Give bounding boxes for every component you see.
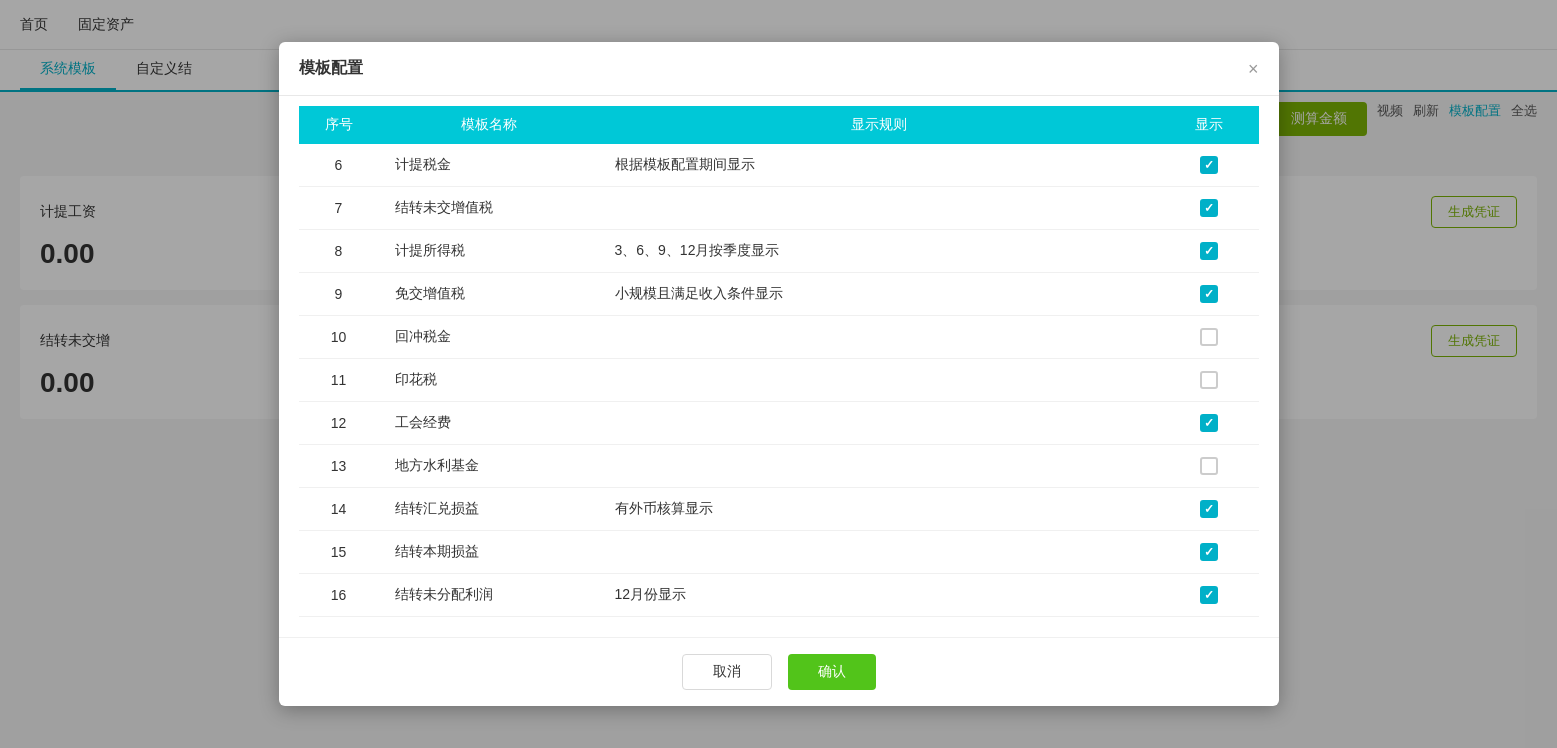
cell-seq: 12	[299, 402, 379, 445]
cell-rule	[599, 445, 1159, 488]
cancel-button[interactable]: 取消	[682, 654, 772, 690]
cell-name: 地方水利基金	[379, 445, 599, 488]
cell-name: 计提税金	[379, 144, 599, 187]
cell-checkbox	[1159, 230, 1259, 273]
checkbox-row-10[interactable]	[1200, 586, 1218, 604]
modal-close-button[interactable]: ×	[1248, 60, 1259, 78]
table-row: 6计提税金根据模板配置期间显示	[299, 144, 1259, 187]
cell-checkbox	[1159, 531, 1259, 574]
cell-checkbox	[1159, 273, 1259, 316]
cell-checkbox	[1159, 359, 1259, 402]
cell-seq: 7	[299, 187, 379, 230]
checkbox-row-1[interactable]	[1200, 199, 1218, 217]
col-rule: 显示规则	[599, 106, 1159, 144]
cell-seq: 13	[299, 445, 379, 488]
cell-seq: 6	[299, 144, 379, 187]
cell-checkbox	[1159, 144, 1259, 187]
template-config-modal: 模板配置 × 序号 模板名称 显示规则 显示 6计提税金根据模板配置期间显示7结…	[279, 42, 1279, 706]
col-name: 模板名称	[379, 106, 599, 144]
cell-checkbox	[1159, 488, 1259, 531]
checkbox-row-5[interactable]	[1200, 371, 1218, 389]
table-row: 16结转未分配利润12月份显示	[299, 574, 1259, 617]
cell-rule: 小规模且满足收入条件显示	[599, 273, 1159, 316]
modal-body: 序号 模板名称 显示规则 显示 6计提税金根据模板配置期间显示7结转未交增值税8…	[279, 96, 1279, 637]
cell-rule	[599, 316, 1159, 359]
cell-rule: 有外币核算显示	[599, 488, 1159, 531]
checkbox-row-8[interactable]	[1200, 500, 1218, 518]
cell-rule	[599, 402, 1159, 445]
cell-name: 计提所得税	[379, 230, 599, 273]
table-row: 10回冲税金	[299, 316, 1259, 359]
modal-title: 模板配置	[299, 58, 363, 79]
cell-seq: 14	[299, 488, 379, 531]
checkbox-row-2[interactable]	[1200, 242, 1218, 260]
table-row: 15结转本期损益	[299, 531, 1259, 574]
table-row: 9免交增值税小规模且满足收入条件显示	[299, 273, 1259, 316]
cell-checkbox	[1159, 445, 1259, 488]
cell-name: 结转汇兑损益	[379, 488, 599, 531]
table-row: 14结转汇兑损益有外币核算显示	[299, 488, 1259, 531]
cell-name: 印花税	[379, 359, 599, 402]
cell-rule	[599, 359, 1159, 402]
cell-checkbox	[1159, 402, 1259, 445]
checkbox-row-0[interactable]	[1200, 156, 1218, 174]
confirm-button[interactable]: 确认	[788, 654, 876, 690]
checkbox-row-4[interactable]	[1200, 328, 1218, 346]
cell-rule: 12月份显示	[599, 574, 1159, 617]
checkbox-row-9[interactable]	[1200, 543, 1218, 561]
checkbox-row-7[interactable]	[1200, 457, 1218, 475]
cell-name: 结转未交增值税	[379, 187, 599, 230]
table-row: 12工会经费	[299, 402, 1259, 445]
config-table: 序号 模板名称 显示规则 显示 6计提税金根据模板配置期间显示7结转未交增值税8…	[299, 106, 1259, 617]
cell-seq: 10	[299, 316, 379, 359]
cell-name: 结转未分配利润	[379, 574, 599, 617]
cell-checkbox	[1159, 574, 1259, 617]
cell-seq: 8	[299, 230, 379, 273]
cell-seq: 15	[299, 531, 379, 574]
cell-seq: 9	[299, 273, 379, 316]
cell-name: 回冲税金	[379, 316, 599, 359]
checkbox-row-3[interactable]	[1200, 285, 1218, 303]
cell-name: 工会经费	[379, 402, 599, 445]
table-row: 11印花税	[299, 359, 1259, 402]
cell-checkbox	[1159, 187, 1259, 230]
cell-rule: 3、6、9、12月按季度显示	[599, 230, 1159, 273]
modal-overlay: 模板配置 × 序号 模板名称 显示规则 显示 6计提税金根据模板配置期间显示7结…	[0, 0, 1557, 748]
table-row: 8计提所得税3、6、9、12月按季度显示	[299, 230, 1259, 273]
table-row: 13地方水利基金	[299, 445, 1259, 488]
cell-rule	[599, 531, 1159, 574]
table-header: 序号 模板名称 显示规则 显示	[299, 106, 1259, 144]
cell-seq: 16	[299, 574, 379, 617]
checkbox-row-6[interactable]	[1200, 414, 1218, 432]
cell-seq: 11	[299, 359, 379, 402]
cell-name: 结转本期损益	[379, 531, 599, 574]
cell-rule	[599, 187, 1159, 230]
modal-header: 模板配置 ×	[279, 42, 1279, 96]
table-body: 6计提税金根据模板配置期间显示7结转未交增值税8计提所得税3、6、9、12月按季…	[299, 144, 1259, 617]
col-seq: 序号	[299, 106, 379, 144]
cell-rule: 根据模板配置期间显示	[599, 144, 1159, 187]
cell-name: 免交增值税	[379, 273, 599, 316]
modal-footer: 取消 确认	[279, 637, 1279, 706]
cell-checkbox	[1159, 316, 1259, 359]
col-display: 显示	[1159, 106, 1259, 144]
table-row: 7结转未交增值税	[299, 187, 1259, 230]
